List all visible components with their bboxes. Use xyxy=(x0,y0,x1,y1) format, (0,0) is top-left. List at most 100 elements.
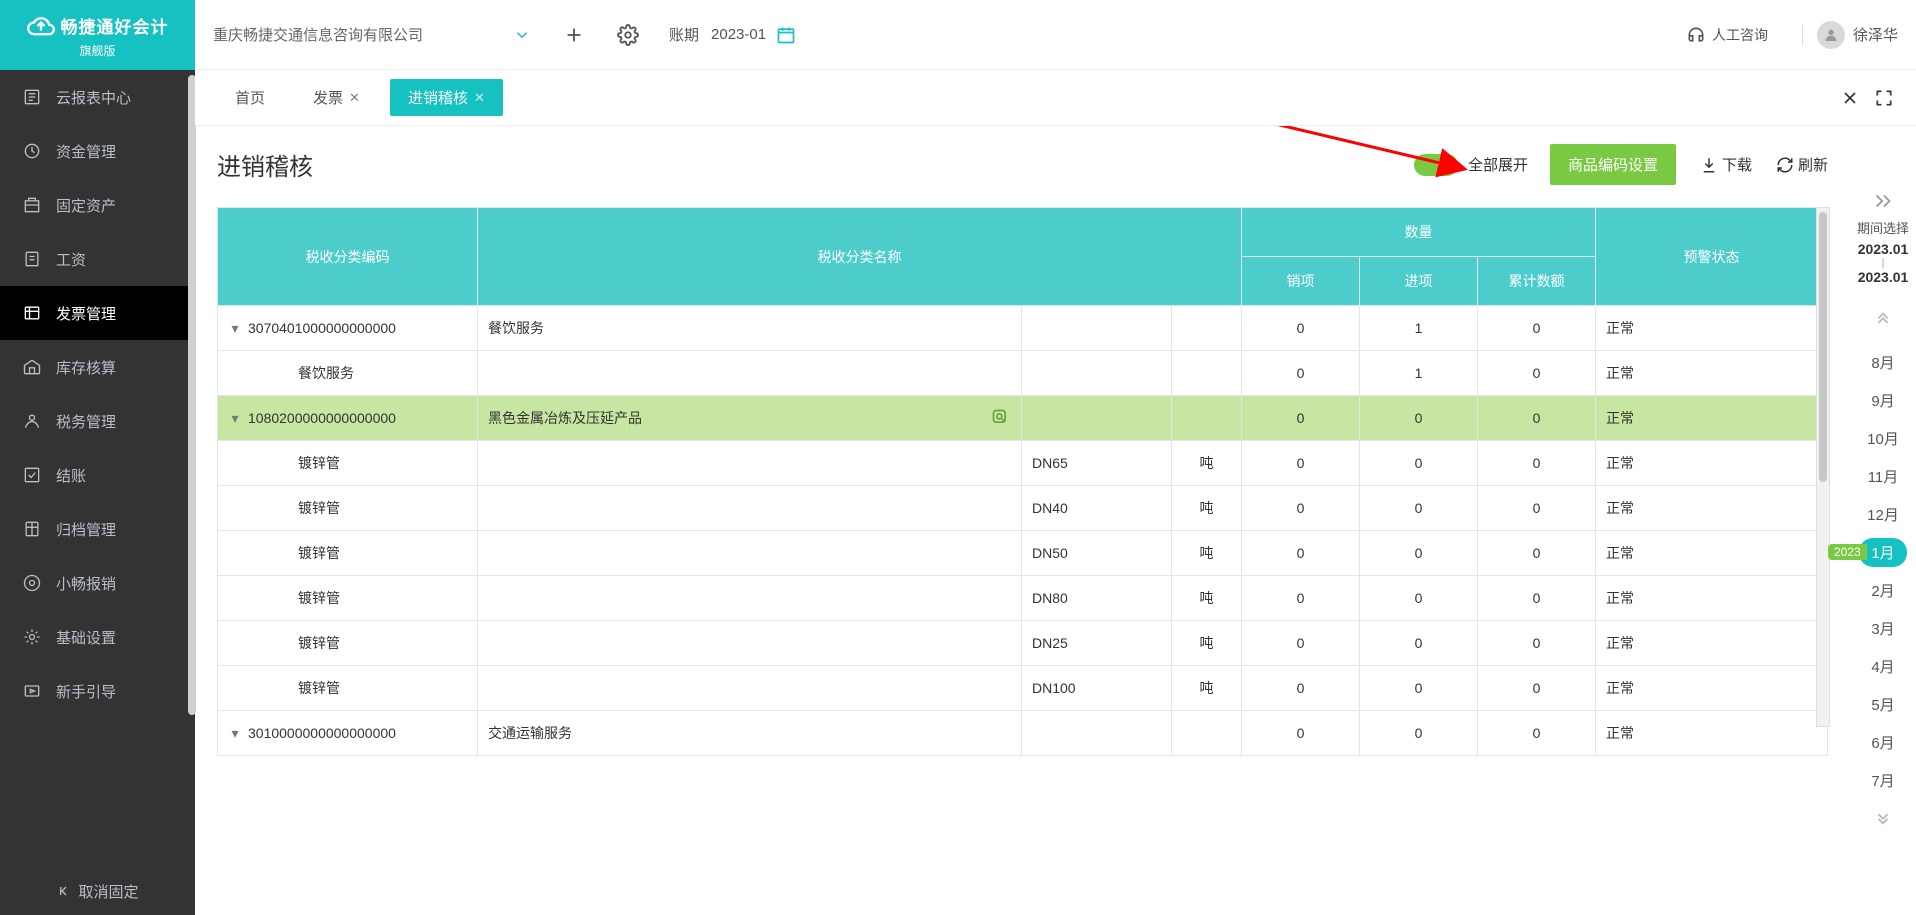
sidebar-item-2[interactable]: 固定资产 xyxy=(0,178,195,232)
cell-status: 正常 xyxy=(1596,306,1828,351)
tree-toggle-icon[interactable]: ▾ xyxy=(228,410,242,427)
table-row[interactable]: ▾3070401000000000000餐饮服务010正常 xyxy=(218,306,1828,351)
rail-down-icon[interactable] xyxy=(1872,805,1894,827)
cell-unit: 吨 xyxy=(1172,576,1242,621)
table-row[interactable]: 镀锌管DN25吨000正常 xyxy=(218,621,1828,666)
rail-up-icon[interactable] xyxy=(1872,310,1894,332)
sidebar-item-6[interactable]: 税务管理 xyxy=(0,394,195,448)
cell-out: 0 xyxy=(1242,531,1360,576)
nav-icon-10 xyxy=(22,627,42,647)
rail-month-8月[interactable]: 8月 xyxy=(1871,349,1894,375)
product-code-settings-button[interactable]: 商品编码设置 xyxy=(1550,144,1676,185)
cell-spec: DN40 xyxy=(1022,486,1172,531)
cell-sum: 0 xyxy=(1478,576,1596,621)
table-row[interactable]: ▾1080200000000000000黑色金属冶炼及压延产品000正常 xyxy=(218,396,1828,441)
cell-spec: DN25 xyxy=(1022,621,1172,666)
table-scrollbar[interactable] xyxy=(1816,207,1830,727)
rail-month-3月[interactable]: 3月 xyxy=(1871,615,1894,641)
nav-icon-6 xyxy=(22,411,42,431)
cell-unit xyxy=(1172,711,1242,756)
cell-status: 正常 xyxy=(1596,621,1828,666)
sidebar-item-1[interactable]: 资金管理 xyxy=(0,124,195,178)
rail-title: 期间选择 xyxy=(1857,218,1909,237)
support-button[interactable]: 人工咨询 xyxy=(1686,25,1768,45)
rail-month-4月[interactable]: 4月 xyxy=(1871,653,1894,679)
sidebar-item-7[interactable]: 结账 xyxy=(0,448,195,502)
cell-unit: 吨 xyxy=(1172,666,1242,711)
cell-out: 0 xyxy=(1242,666,1360,711)
cell-out: 0 xyxy=(1242,441,1360,486)
sidebar-item-5[interactable]: 库存核算 xyxy=(0,340,195,394)
calendar-icon[interactable] xyxy=(776,25,796,45)
cell-code: 镀锌管 xyxy=(218,666,478,711)
sidebar: 畅捷通好会计 旗舰版 云报表中心资金管理固定资产工资发票管理库存核算税务管理结账… xyxy=(0,0,195,915)
cell-name: 交通运输服务 xyxy=(478,711,1022,756)
zoom-icon[interactable] xyxy=(991,408,1011,428)
rail-month-1月[interactable]: 20231月 xyxy=(1859,539,1906,565)
close-icon[interactable] xyxy=(1840,88,1860,108)
cloud-upload-icon xyxy=(27,12,55,40)
collapse-icon xyxy=(56,883,72,899)
user-name: 徐泽华 xyxy=(1853,24,1898,45)
cell-out: 0 xyxy=(1242,306,1360,351)
gear-icon[interactable] xyxy=(617,24,639,46)
tab-close-icon[interactable]: ✕ xyxy=(474,90,485,106)
cell-code: ▾1080200000000000000 xyxy=(218,396,478,441)
sidebar-item-10[interactable]: 基础设置 xyxy=(0,610,195,664)
rail-month-10月[interactable]: 10月 xyxy=(1867,425,1899,451)
nav-icon-7 xyxy=(22,465,42,485)
fullscreen-icon[interactable] xyxy=(1874,88,1894,108)
cell-in: 0 xyxy=(1360,531,1478,576)
sidebar-item-4[interactable]: 发票管理 xyxy=(0,286,195,340)
th-name: 税收分类名称 xyxy=(478,208,1242,306)
tree-toggle-icon[interactable]: ▾ xyxy=(228,725,242,742)
cell-status: 正常 xyxy=(1596,666,1828,711)
table-row[interactable]: ▾3010000000000000000交通运输服务000正常 xyxy=(218,711,1828,756)
sidebar-item-11[interactable]: 新手引导 xyxy=(0,664,195,718)
table-row[interactable]: 镀锌管DN40吨000正常 xyxy=(218,486,1828,531)
rail-month-11月[interactable]: 11月 xyxy=(1868,463,1899,489)
rail-month-5月[interactable]: 5月 xyxy=(1871,691,1894,717)
rail-month-6月[interactable]: 6月 xyxy=(1871,729,1894,755)
sidebar-item-3[interactable]: 工资 xyxy=(0,232,195,286)
cell-name xyxy=(478,441,1022,486)
tab-close-icon[interactable]: ✕ xyxy=(349,90,360,106)
cell-out: 0 xyxy=(1242,351,1360,396)
tree-toggle-icon[interactable]: ▾ xyxy=(228,320,242,337)
add-icon[interactable] xyxy=(563,24,585,46)
tab-2[interactable]: 进销稽核✕ xyxy=(390,79,503,116)
tab-1[interactable]: 发票✕ xyxy=(295,79,378,116)
table-row[interactable]: 镀锌管DN100吨000正常 xyxy=(218,666,1828,711)
table-row[interactable]: 餐饮服务010正常 xyxy=(218,351,1828,396)
tab-0[interactable]: 首页 xyxy=(217,79,283,116)
sidebar-item-8[interactable]: 归档管理 xyxy=(0,502,195,556)
rail-month-7月[interactable]: 7月 xyxy=(1871,767,1894,793)
company-selector[interactable]: 重庆畅捷交通信息咨询有限公司 xyxy=(213,24,531,45)
download-button[interactable]: 下载 xyxy=(1700,154,1752,175)
nav-label: 税务管理 xyxy=(56,411,116,432)
rail-collapse-icon[interactable] xyxy=(1872,190,1894,212)
table-row[interactable]: 镀锌管DN65吨000正常 xyxy=(218,441,1828,486)
rail-month-9月[interactable]: 9月 xyxy=(1871,387,1894,413)
rail-year-sep: | xyxy=(1882,257,1885,269)
nav-icon-5 xyxy=(22,357,42,377)
rail-month-2月[interactable]: 2月 xyxy=(1871,577,1894,603)
refresh-icon xyxy=(1776,156,1794,174)
sidebar-item-0[interactable]: 云报表中心 xyxy=(0,70,195,124)
nav-label: 固定资产 xyxy=(56,195,116,216)
table-row[interactable]: 镀锌管DN50吨000正常 xyxy=(218,531,1828,576)
audit-table: 税收分类编码 税收分类名称 数量 预警状态 销项 进项 累计数额 ▾307040… xyxy=(217,207,1828,756)
expand-all-toggle[interactable] xyxy=(1414,154,1458,176)
sidebar-item-9[interactable]: 小畅报销 xyxy=(0,556,195,610)
brand-name: 畅捷通好会计 xyxy=(61,13,169,38)
refresh-button[interactable]: 刷新 xyxy=(1776,154,1828,175)
table-row[interactable]: 镀锌管DN80吨000正常 xyxy=(218,576,1828,621)
cell-status: 正常 xyxy=(1596,531,1828,576)
cell-in: 0 xyxy=(1360,396,1478,441)
avatar[interactable] xyxy=(1817,21,1845,49)
page-toolbar: 进销稽核 全部展开 商品编码设置 下载 刷新 xyxy=(217,144,1828,185)
sidebar-collapse-toggle[interactable]: 取消固定 xyxy=(0,867,195,915)
rail-month-12月[interactable]: 12月 xyxy=(1867,501,1899,527)
rail-year-from: 2023.01 xyxy=(1858,241,1909,257)
cell-status: 正常 xyxy=(1596,711,1828,756)
